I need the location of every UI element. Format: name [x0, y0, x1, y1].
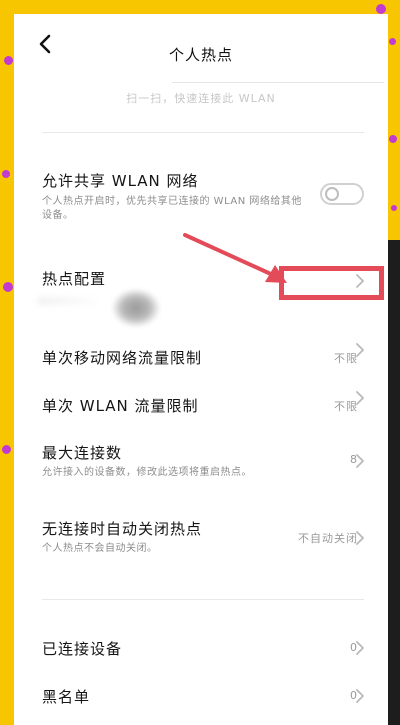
decor-dot — [2, 170, 10, 178]
chevron-right-icon — [356, 641, 364, 655]
blacklist-row[interactable]: 黑名单 0 — [14, 674, 388, 718]
blacklist-title: 黑名单 — [42, 688, 91, 706]
hotspot-config-title: 热点配置 — [42, 270, 107, 288]
auto-close-title: 无连接时自动关闭热点 — [42, 520, 203, 538]
scan-hint-text: 扫一扫，快速连接此 WLAN — [126, 92, 276, 105]
decor-dot — [389, 38, 396, 45]
decor-dot — [2, 445, 11, 454]
decor-dot — [4, 56, 13, 65]
chevron-right-icon — [356, 531, 364, 545]
connected-devices-title: 已连接设备 — [42, 640, 123, 658]
page-title: 个人热点 — [168, 46, 233, 64]
mobile-data-limit-row[interactable]: 单次移动网络流量限制 不限 — [14, 330, 388, 374]
auto-close-row[interactable]: 无连接时自动关闭热点 个人热点不会自动关闭。 不自动关闭 — [14, 504, 388, 570]
redacted-network-name — [38, 297, 98, 305]
auto-close-description: 个人热点不会自动关闭。 — [42, 543, 158, 554]
section-divider — [42, 132, 364, 133]
max-connections-description: 允许接入的设备数，修改此选项将重启热点。 — [42, 467, 252, 478]
annotation-arrow-icon — [183, 233, 287, 283]
annotation-highlight-box — [279, 266, 384, 300]
title-bar: 个人热点 — [14, 14, 388, 84]
share-wlan-toggle[interactable] — [320, 183, 364, 205]
decor-dot — [391, 205, 397, 211]
decor-dot — [376, 4, 386, 14]
chevron-right-icon — [356, 391, 364, 405]
share-wlan-description: 个人热点开启时，优先共享已连接的 WLAN 网络给其他设备。 — [42, 196, 302, 221]
section-divider — [42, 599, 364, 600]
decor-dot — [3, 282, 13, 292]
chevron-right-icon — [356, 689, 364, 703]
chevron-right-icon — [356, 454, 364, 468]
auto-close-value: 不自动关闭 — [298, 532, 358, 545]
wlan-data-limit-row[interactable]: 单次 WLAN 流量限制 不限 — [14, 378, 388, 422]
share-wlan-title: 允许共享 WLAN 网络 — [42, 172, 199, 190]
redacted-blur — [112, 289, 160, 327]
connected-devices-row[interactable]: 已连接设备 0 — [14, 626, 388, 670]
max-connections-title: 最大连接数 — [42, 444, 123, 462]
chevron-right-icon — [356, 343, 364, 357]
max-connections-row[interactable]: 最大连接数 允许接入的设备数，修改此选项将重启热点。 8 — [14, 428, 388, 492]
background-device-edge — [388, 240, 400, 725]
title-divider — [172, 82, 384, 83]
toggle-knob — [325, 187, 339, 201]
decor-dot — [389, 135, 397, 143]
mobile-data-limit-title: 单次移动网络流量限制 — [42, 349, 203, 367]
wlan-data-limit-title: 单次 WLAN 流量限制 — [42, 397, 199, 415]
phone-screen: 个人热点 扫一扫，快速连接此 WLAN 允许共享 WLAN 网络 个人热点开启时… — [14, 14, 388, 725]
